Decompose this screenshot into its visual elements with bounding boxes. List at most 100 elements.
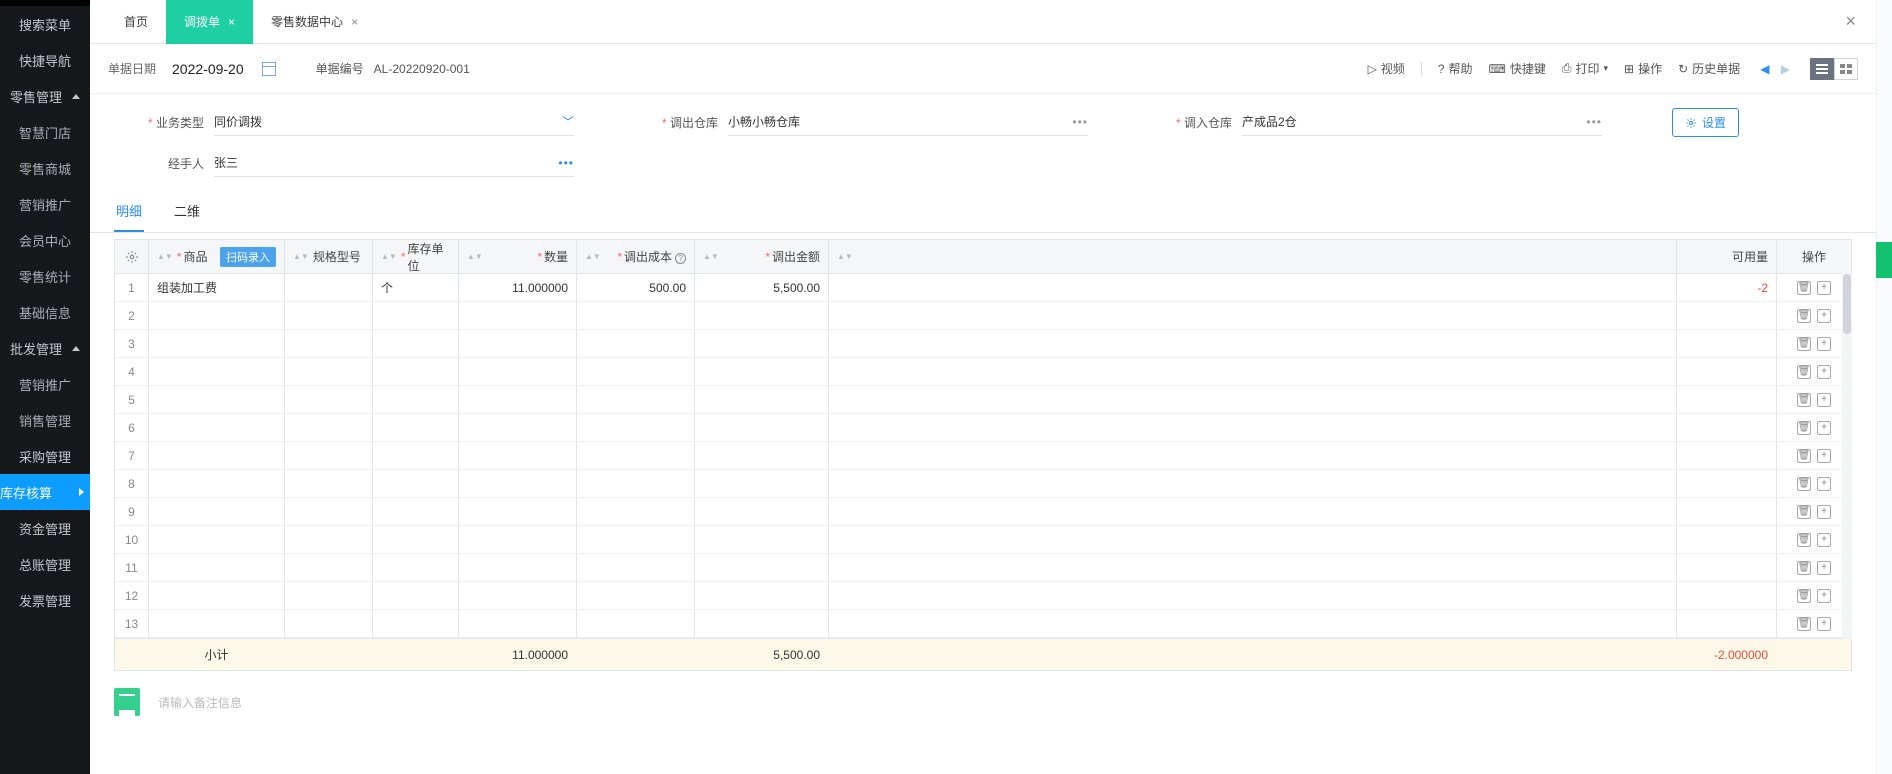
cell-unit[interactable] xyxy=(373,470,459,497)
scan-button[interactable]: 扫码录入 xyxy=(220,247,276,267)
add-row-icon[interactable]: + xyxy=(1817,421,1831,435)
th-available[interactable]: 可用量 xyxy=(1677,240,1777,273)
cell-qty[interactable] xyxy=(459,386,577,413)
cell-cost[interactable] xyxy=(577,358,695,385)
sidebar-group-wholesale[interactable]: 批发管理 xyxy=(0,330,90,366)
table-row[interactable]: 9🗑+ xyxy=(115,498,1851,526)
video-link[interactable]: ▷视频 xyxy=(1368,60,1405,77)
sidebar-group-retail[interactable]: 零售管理 xyxy=(0,78,90,114)
add-row-icon[interactable]: + xyxy=(1817,477,1831,491)
view-list-button[interactable] xyxy=(1810,58,1834,80)
delete-row-icon[interactable]: 🗑 xyxy=(1797,365,1811,379)
cell-spec[interactable] xyxy=(285,302,373,329)
cell-amount[interactable] xyxy=(695,554,829,581)
sidebar-item-marketing1[interactable]: 营销推广 xyxy=(0,186,90,222)
add-row-icon[interactable]: + xyxy=(1817,449,1831,463)
cell-spec[interactable] xyxy=(285,330,373,357)
cell-product[interactable] xyxy=(149,442,285,469)
table-row[interactable]: 3🗑+ xyxy=(115,330,1851,358)
sidebar-item-sales[interactable]: 销售管理 xyxy=(0,402,90,438)
th-spec[interactable]: ▲▼规格型号 xyxy=(285,240,373,273)
th-unit[interactable]: ▲▼*库存单位 xyxy=(373,240,459,273)
cell-spec[interactable] xyxy=(285,358,373,385)
right-edge-tab[interactable] xyxy=(1876,242,1892,278)
cell-cost[interactable] xyxy=(577,442,695,469)
cell-spec[interactable] xyxy=(285,554,373,581)
close-icon[interactable]: × xyxy=(228,15,235,29)
cell-cost[interactable] xyxy=(577,330,695,357)
table-scrollbar[interactable] xyxy=(1842,273,1852,639)
next-arrow[interactable]: ▶ xyxy=(1777,62,1794,76)
prev-arrow[interactable]: ◀ xyxy=(1756,62,1773,76)
delete-row-icon[interactable]: 🗑 xyxy=(1797,281,1811,295)
cell-amount[interactable] xyxy=(695,386,829,413)
add-row-icon[interactable]: + xyxy=(1817,533,1831,547)
cell-product[interactable] xyxy=(149,358,285,385)
cell-product[interactable] xyxy=(149,386,285,413)
delete-row-icon[interactable]: 🗑 xyxy=(1797,449,1811,463)
delete-row-icon[interactable]: 🗑 xyxy=(1797,337,1811,351)
sidebar-item-retailmall[interactable]: 零售商城 xyxy=(0,150,90,186)
add-row-icon[interactable]: + xyxy=(1817,365,1831,379)
view-card-button[interactable] xyxy=(1834,58,1858,80)
table-row[interactable]: 12🗑+ xyxy=(115,582,1851,610)
cell-spec[interactable] xyxy=(285,386,373,413)
cell-cost[interactable] xyxy=(577,526,695,553)
cell-cost[interactable] xyxy=(577,554,695,581)
cell-amount[interactable]: 5,500.00 xyxy=(695,274,829,301)
cell-spec[interactable] xyxy=(285,498,373,525)
cell-unit[interactable] xyxy=(373,330,459,357)
table-row[interactable]: 4🗑+ xyxy=(115,358,1851,386)
cell-qty[interactable] xyxy=(459,330,577,357)
delete-row-icon[interactable]: 🗑 xyxy=(1797,505,1811,519)
tab-home[interactable]: 首页 xyxy=(106,0,166,44)
cell-cost[interactable] xyxy=(577,302,695,329)
sidebar-item-smartstore[interactable]: 智慧门店 xyxy=(0,114,90,150)
date-value[interactable]: 2022-09-20 xyxy=(172,61,244,77)
cell-cost[interactable] xyxy=(577,610,695,637)
cell-amount[interactable] xyxy=(695,582,829,609)
history-link[interactable]: ↻历史单据 xyxy=(1678,60,1740,77)
table-row[interactable]: 7🗑+ xyxy=(115,442,1851,470)
cell-unit[interactable] xyxy=(373,414,459,441)
outwh-select[interactable]: 小畅小畅仓库 ••• xyxy=(728,108,1088,136)
remark-input[interactable]: 请输入备注信息 xyxy=(158,687,1852,717)
th-amount[interactable]: ▲▼*调出金额 xyxy=(695,240,829,273)
table-row[interactable]: 1组装加工费个11.000000500.005,500.00-2🗑+ xyxy=(115,274,1851,302)
cell-qty[interactable] xyxy=(459,582,577,609)
cell-cost[interactable] xyxy=(577,470,695,497)
cell-unit[interactable] xyxy=(373,526,459,553)
table-row[interactable]: 6🗑+ xyxy=(115,414,1851,442)
table-row[interactable]: 11🗑+ xyxy=(115,554,1851,582)
cell-product[interactable] xyxy=(149,610,285,637)
add-row-icon[interactable]: + xyxy=(1817,617,1831,631)
cell-amount[interactable] xyxy=(695,498,829,525)
cell-qty[interactable] xyxy=(459,442,577,469)
delete-row-icon[interactable]: 🗑 xyxy=(1797,561,1811,575)
add-row-icon[interactable]: + xyxy=(1817,281,1831,295)
cell-unit[interactable] xyxy=(373,582,459,609)
print-link[interactable]: ⎙打印▾ xyxy=(1562,60,1608,77)
cell-unit[interactable] xyxy=(373,302,459,329)
cell-product[interactable] xyxy=(149,302,285,329)
tab-transfer[interactable]: 调拨单× xyxy=(166,0,253,44)
cell-spec[interactable] xyxy=(285,442,373,469)
sidebar-item-funds[interactable]: 资金管理 xyxy=(0,510,90,546)
sidebar-item-basicinfo[interactable]: 基础信息 xyxy=(0,294,90,330)
add-row-icon[interactable]: + xyxy=(1817,393,1831,407)
delete-row-icon[interactable]: 🗑 xyxy=(1797,309,1811,323)
cell-qty[interactable]: 11.000000 xyxy=(459,274,577,301)
cell-unit[interactable] xyxy=(373,442,459,469)
cell-qty[interactable] xyxy=(459,610,577,637)
delete-row-icon[interactable]: 🗑 xyxy=(1797,617,1811,631)
cell-product[interactable] xyxy=(149,498,285,525)
cell-cost[interactable] xyxy=(577,386,695,413)
cell-product[interactable]: 组装加工费 xyxy=(149,274,285,301)
table-row[interactable]: 2🗑+ xyxy=(115,302,1851,330)
sidebar-item-invoice[interactable]: 发票管理 xyxy=(0,582,90,618)
cell-unit[interactable]: 个 xyxy=(373,274,459,301)
sidebar-item-quicknav[interactable]: 快捷导航 xyxy=(0,42,90,78)
add-row-icon[interactable]: + xyxy=(1817,309,1831,323)
sidebar-item-member[interactable]: 会员中心 xyxy=(0,222,90,258)
help-link[interactable]: ?帮助 xyxy=(1438,60,1473,77)
